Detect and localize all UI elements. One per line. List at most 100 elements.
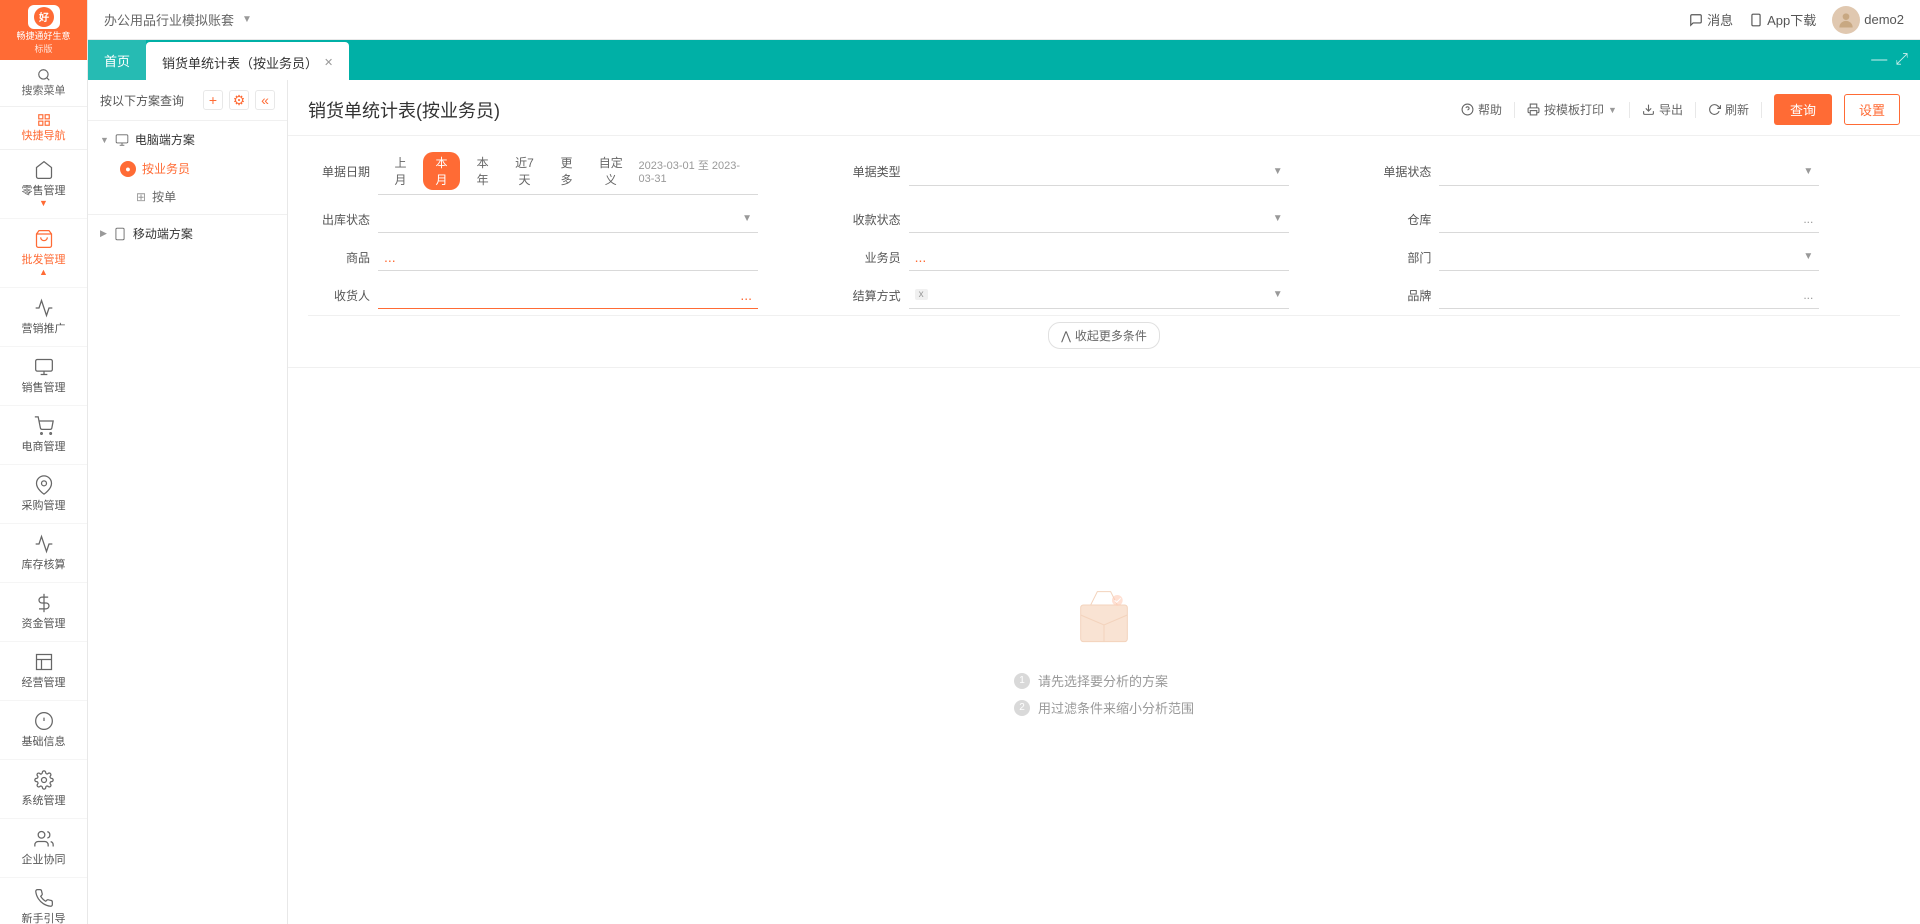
tree-mobile-label: 移动端方案 (133, 225, 193, 242)
sidebar-item-basic-info[interactable]: 基础信息 (0, 701, 87, 760)
date-btn-custom[interactable]: 自定义 (589, 152, 633, 190)
sidebar-item-retail[interactable]: 零售管理 ▼ (0, 150, 87, 219)
date-btn-more[interactable]: 更多 (550, 152, 583, 190)
date-btn-7days[interactable]: 近7天 (505, 152, 544, 190)
tab-sales-stat[interactable]: 销货单统计表（按业务员） ✕ (146, 42, 349, 82)
document-type-select[interactable]: ▼ (909, 158, 1289, 186)
empty-tip-2: 2 用过滤条件来缩小分析范围 (1014, 698, 1194, 717)
settlement-tag-close[interactable]: x (919, 289, 924, 300)
export-btn[interactable]: 导出 (1642, 101, 1683, 118)
sidebar-item-purchase[interactable]: 采购管理 (0, 465, 87, 524)
enterprise-collab-label: 企业协同 (22, 851, 66, 867)
warehouse-field[interactable]: ... (1439, 205, 1819, 233)
date-btn-thisyear[interactable]: 本年 (466, 152, 499, 190)
retail-arrow: ▼ (39, 198, 48, 208)
consignee-input[interactable] (384, 288, 736, 302)
tree-expand-icon: ▼ (100, 135, 109, 145)
collapse-label: 收起更多条件 (1075, 327, 1147, 344)
message-btn[interactable]: 消息 (1689, 10, 1733, 29)
department-select[interactable]: ▼ (1439, 243, 1819, 271)
left-panel: 按以下方案查询 + ⚙ « ▼ 电脑端方案 ● 按业务员 ⊞ (88, 80, 288, 924)
sidebar-item-system[interactable]: 系统管理 (0, 760, 87, 819)
app-download-btn[interactable]: App下载 (1749, 10, 1816, 29)
tree-section-desktop: ▼ 电脑端方案 ● 按业务员 ⊞ 按单 (88, 121, 287, 214)
sales-label: 销售管理 (22, 379, 66, 395)
tree-parent-mobile[interactable]: ▶ 移动端方案 (88, 219, 287, 248)
sidebar-item-quicknav[interactable]: 快捷导航 (0, 107, 87, 150)
tree-parent-desktop[interactable]: ▼ 电脑端方案 (88, 125, 287, 154)
collapse-btn[interactable]: ⋀ 收起更多条件 (1048, 322, 1160, 349)
brand-field[interactable]: ... (1439, 281, 1819, 309)
tab-maximize-icon[interactable]: ⤢ (1895, 51, 1908, 69)
warehouse-dots-icon[interactable]: ... (1803, 212, 1813, 226)
out-status-select[interactable]: ▼ (378, 205, 758, 233)
refresh-label: 刷新 (1725, 101, 1749, 118)
user-profile-btn[interactable]: demo2 (1832, 6, 1904, 34)
date-btn-lastmonth[interactable]: 上月 (384, 152, 417, 190)
page-actions: 帮助 按模板打印 ▼ 导出 (1461, 94, 1900, 125)
salesperson-field[interactable]: ... (909, 243, 1289, 271)
sidebar-item-marketing[interactable]: 营销推广 (0, 288, 87, 347)
finance-label: 资金管理 (22, 615, 66, 631)
query-btn[interactable]: 查询 (1774, 94, 1832, 125)
sidebar-item-wholesale[interactable]: 批发管理 ▲ (0, 219, 87, 288)
settlement-arrow-icon: ▼ (1273, 289, 1283, 300)
add-scheme-btn[interactable]: + (203, 90, 223, 110)
sidebar-item-finance[interactable]: 资金管理 (0, 583, 87, 642)
app-logo: 好 畅捷通好生意 标版 (0, 0, 87, 60)
username-label: demo2 (1864, 12, 1904, 27)
filter-row-1: 单据日期 上月 本月 本年 近7天 更多 自定义 2023-03-01 至 20… (308, 148, 1900, 195)
goods-field[interactable]: ... (378, 243, 758, 271)
breadcrumb-dropdown-icon[interactable]: ▼ (242, 14, 252, 25)
sidebar-item-newbie[interactable]: 新手引导 (0, 878, 87, 924)
wholesale-arrow: ▲ (39, 267, 48, 277)
sub-icon: ⊞ (136, 190, 146, 204)
brand-dots-icon[interactable]: ... (1803, 288, 1813, 302)
document-type-label: 单据类型 (839, 163, 909, 180)
empty-tip-1-text: 请先选择要分析的方案 (1038, 671, 1168, 690)
tree-section-mobile: ▶ 移动端方案 (88, 214, 287, 252)
out-status-label: 出库状态 (308, 211, 378, 228)
collapse-up-icon: ⋀ (1061, 329, 1071, 343)
empty-tips: 1 请先选择要分析的方案 2 用过滤条件来缩小分析范围 (1014, 671, 1194, 717)
salesperson-more-icon[interactable]: ... (915, 249, 927, 265)
consignee-more-icon[interactable]: ... (740, 287, 752, 303)
app-subtitle-label: 标版 (34, 42, 52, 55)
system-label: 系统管理 (22, 792, 66, 808)
print-btn[interactable]: 按模板打印 ▼ (1527, 101, 1617, 118)
collapse-panel-btn[interactable]: « (255, 90, 275, 110)
goods-label: 商品 (308, 249, 378, 266)
tab-home[interactable]: 首页 (88, 40, 146, 80)
settings-scheme-btn[interactable]: ⚙ (229, 90, 249, 110)
empty-state: 1 请先选择要分析的方案 2 用过滤条件来缩小分析范围 (288, 368, 1920, 924)
help-btn[interactable]: 帮助 (1461, 101, 1502, 118)
divider-1 (1514, 102, 1515, 118)
refresh-btn[interactable]: 刷新 (1708, 101, 1749, 118)
sidebar-item-inventory[interactable]: 库存核算 (0, 524, 87, 583)
document-status-select[interactable]: ▼ (1439, 158, 1819, 186)
print-dropdown-icon[interactable]: ▼ (1608, 105, 1617, 115)
search-label: 搜索菜单 (22, 82, 66, 98)
sidebar-item-sales[interactable]: 销售管理 (0, 347, 87, 406)
main-content: 办公用品行业模拟账套 ▼ 消息 App下载 demo2 首页 (88, 0, 1920, 924)
basic-info-label: 基础信息 (22, 733, 66, 749)
settlement-select[interactable]: x ▼ (909, 281, 1289, 309)
goods-more-icon[interactable]: ... (384, 249, 396, 265)
tree-child-byorder[interactable]: ⊞ 按单 (88, 183, 287, 210)
sidebar-item-operations[interactable]: 经营管理 (0, 642, 87, 701)
retail-label: 零售管理 (22, 182, 66, 198)
sidebar-item-enterprise-collab[interactable]: 企业协同 (0, 819, 87, 878)
document-status-arrow-icon: ▼ (1803, 166, 1813, 177)
receipt-status-arrow-icon: ▼ (1273, 213, 1283, 224)
panel-header-label: 按以下方案查询 (100, 92, 184, 109)
tab-close-icon[interactable]: ✕ (324, 56, 333, 69)
date-btn-thismonth[interactable]: 本月 (423, 152, 460, 190)
settings-btn[interactable]: 设置 (1844, 94, 1900, 125)
tree-child-salesperson[interactable]: ● 按业务员 (88, 154, 287, 183)
sidebar-item-ecommerce[interactable]: 电商管理 (0, 406, 87, 465)
consignee-field[interactable]: ... (378, 281, 758, 309)
tab-minimize-icon[interactable]: — (1871, 51, 1887, 69)
receipt-status-select[interactable]: ▼ (909, 205, 1289, 233)
sidebar: 好 畅捷通好生意 标版 搜索菜单 快捷导航 零售管理 ▼ 批发管理 ▲ 营销推广… (0, 0, 88, 924)
sidebar-item-search[interactable]: 搜索菜单 (0, 60, 87, 107)
